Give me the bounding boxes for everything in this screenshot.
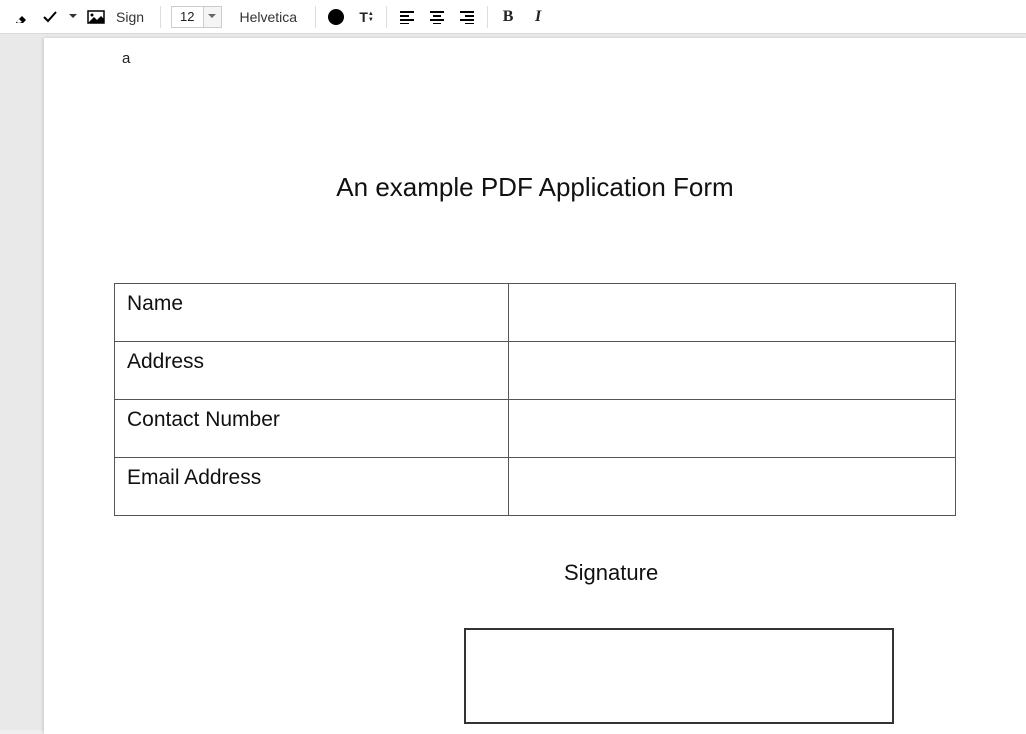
checkmark-icon[interactable] (36, 3, 64, 31)
checkmark-dropdown-icon[interactable] (66, 3, 80, 31)
image-icon[interactable] (82, 3, 110, 31)
font-size-value: 12 (172, 9, 202, 24)
chevron-down-icon[interactable] (203, 7, 221, 27)
signature-label: Signature (564, 560, 1026, 586)
field-label: Name (115, 284, 509, 342)
field-value[interactable] (509, 342, 956, 400)
application-form-table: Name Address Contact Number Email Addres… (114, 283, 956, 516)
text-color-button[interactable] (322, 3, 350, 31)
field-value[interactable] (509, 400, 956, 458)
pdf-page[interactable]: a An example PDF Application Form Name A… (44, 38, 1026, 734)
separator (487, 6, 488, 28)
table-row: Email Address (115, 458, 956, 516)
eraser-icon[interactable] (6, 3, 34, 31)
document-title: An example PDF Application Form (44, 172, 1026, 203)
workspace: a An example PDF Application Form Name A… (0, 34, 1026, 730)
separator (315, 6, 316, 28)
align-center-icon[interactable] (423, 3, 451, 31)
separator (386, 6, 387, 28)
field-label: Contact Number (115, 400, 509, 458)
table-row: Contact Number (115, 400, 956, 458)
text-spacing-button[interactable]: T▲▼ (352, 3, 380, 31)
separator (160, 6, 161, 28)
color-dot-icon (328, 9, 344, 25)
signature-box[interactable] (464, 628, 894, 724)
text-cursor-char: a (122, 50, 130, 67)
italic-button[interactable]: I (524, 3, 552, 31)
font-name-selector[interactable]: Helvetica (228, 9, 310, 25)
table-row: Name (115, 284, 956, 342)
field-label: Email Address (115, 458, 509, 516)
bold-button[interactable]: B (494, 3, 522, 31)
field-value[interactable] (509, 284, 956, 342)
font-size-selector[interactable]: 12 (171, 6, 221, 28)
sign-button[interactable]: Sign (112, 9, 154, 25)
field-value[interactable] (509, 458, 956, 516)
table-row: Address (115, 342, 956, 400)
toolbar: Sign 12 Helvetica T▲▼ B I (0, 0, 1026, 34)
field-label: Address (115, 342, 509, 400)
align-right-icon[interactable] (453, 3, 481, 31)
align-left-icon[interactable] (393, 3, 421, 31)
